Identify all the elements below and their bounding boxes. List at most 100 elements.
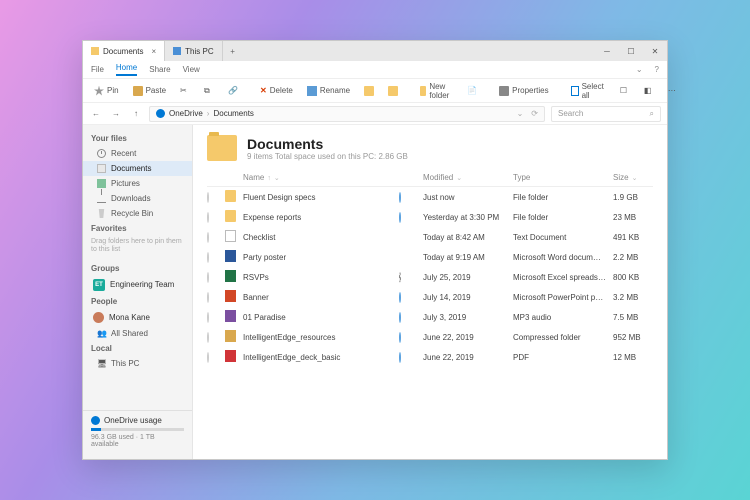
file-type: Microsoft PowerPoint p… [513, 293, 613, 302]
copy-icon: ⧉ [204, 86, 214, 96]
copyto-button[interactable] [383, 84, 403, 98]
file-size: 3.2 MB [613, 293, 653, 302]
column-headers: Name↑⌄ Modified⌄ Type Size⌄ [207, 169, 653, 187]
file-list: Fluent Design specsJust nowFile folder1.… [207, 187, 653, 367]
copyto-icon [388, 86, 398, 96]
folder-icon [91, 47, 99, 55]
checkbox[interactable] [207, 332, 209, 343]
maximize-button[interactable]: ☐ [619, 41, 643, 61]
properties-button[interactable]: Properties [494, 84, 553, 98]
up-button[interactable]: ↑ [129, 107, 143, 121]
sidebar-header: Favorites [83, 221, 192, 236]
invert-button[interactable]: ◧ [639, 84, 659, 98]
col-size[interactable]: Size⌄ [613, 173, 653, 182]
col-type[interactable]: Type [513, 173, 613, 182]
checkbox[interactable] [207, 252, 209, 263]
menu-home[interactable]: Home [116, 63, 137, 76]
search-input[interactable]: Search ⌕ [551, 106, 661, 122]
close-button[interactable]: ✕ [643, 41, 667, 61]
file-modified: Just now [423, 193, 513, 202]
file-modified: Today at 8:42 AM [423, 233, 513, 242]
file-modified: Today at 9:19 AM [423, 253, 513, 262]
checkbox[interactable] [207, 212, 209, 223]
newitem-icon: 📄 [467, 86, 477, 96]
menu-file[interactable]: File [91, 65, 104, 74]
breadcrumb-path[interactable]: Documents [213, 109, 253, 118]
table-row[interactable]: ChecklistToday at 8:42 AMText Document49… [207, 227, 653, 247]
sidebar-item-pictures[interactable]: Pictures [83, 176, 192, 191]
breadcrumb[interactable]: OneDrive › Documents ⌄ ⟳ [149, 106, 545, 122]
status-cloud-icon [399, 192, 401, 203]
refresh-icon[interactable]: ⟳ [531, 109, 538, 118]
newitem-button[interactable]: 📄 [462, 84, 482, 98]
minimize-button[interactable]: ─ [595, 41, 619, 61]
file-name: IntelligentEdge_resources [243, 333, 399, 342]
breadcrumb-root[interactable]: OneDrive [169, 109, 203, 118]
sidebar-item-recent[interactable]: Recent [83, 146, 192, 161]
addressbar: ← → ↑ OneDrive › Documents ⌄ ⟳ Search ⌕ [83, 103, 667, 125]
table-row[interactable]: IntelligentEdge_resourcesJune 22, 2019Co… [207, 327, 653, 347]
moveto-button[interactable] [359, 84, 379, 98]
file-name: IntelligentEdge_deck_basic [243, 353, 399, 362]
table-row[interactable]: Fluent Design specsJust nowFile folder1.… [207, 187, 653, 207]
sidebar-item-downloads[interactable]: Downloads [83, 191, 192, 206]
back-button[interactable]: ← [89, 107, 103, 121]
delete-icon: ✕ [260, 86, 267, 95]
checkbox[interactable] [207, 352, 209, 363]
table-row[interactable]: IntelligentEdge_deck_basicJune 22, 2019P… [207, 347, 653, 367]
tab-thispc[interactable]: This PC [165, 41, 222, 61]
menu-share[interactable]: Share [149, 65, 170, 74]
table-row[interactable]: BannerJuly 14, 2019Microsoft PowerPoint … [207, 287, 653, 307]
file-size: 12 MB [613, 353, 653, 362]
tab-documents[interactable]: Documents × [83, 41, 165, 61]
new-tab-button[interactable]: + [223, 41, 243, 61]
status-cloud-icon [399, 332, 401, 343]
checkbox[interactable] [207, 192, 209, 203]
cut-button[interactable]: ✂ [175, 84, 195, 98]
checkbox[interactable] [207, 292, 209, 303]
forward-button[interactable]: → [109, 107, 123, 121]
sidebar-group-item[interactable]: ETEngineering Team [83, 276, 192, 294]
checkbox[interactable] [207, 312, 209, 323]
sidebar-item-allshared[interactable]: 👥All Shared [83, 326, 192, 341]
folder-icon [207, 135, 237, 161]
file-type: File folder [513, 213, 613, 222]
checkbox[interactable] [207, 232, 209, 243]
table-row[interactable]: Expense reportsYesterday at 3:30 PMFile … [207, 207, 653, 227]
sidebar-item-thispc[interactable]: 🖥This PC [83, 356, 192, 371]
delete-button[interactable]: ✕Delete [255, 84, 298, 97]
col-name[interactable]: Name↑⌄ [243, 173, 399, 182]
cut-icon: ✂ [180, 86, 190, 96]
selectnone-button[interactable]: ☐ [615, 84, 635, 98]
rename-button[interactable]: Rename [302, 84, 355, 98]
table-row[interactable]: RSVPsJuly 25, 2019Microsoft Excel spread… [207, 267, 653, 287]
storage-widget[interactable]: OneDrive usage 96.3 GB used · 1 TB avail… [83, 410, 192, 453]
checkbox[interactable] [207, 272, 209, 283]
folder-icon [420, 86, 426, 96]
rename-icon [307, 86, 317, 96]
sidebar-item-documents[interactable]: Documents [83, 161, 192, 176]
table-row[interactable]: 01 ParadiseJuly 3, 2019MP3 audio7.5 MB [207, 307, 653, 327]
chevron-down-icon[interactable]: ⌄ [517, 109, 524, 118]
copy-button[interactable]: ⧉ [199, 84, 219, 98]
copypath-button[interactable]: 🔗 [223, 84, 243, 98]
newfolder-button[interactable]: New folder [415, 80, 458, 102]
file-size: 7.5 MB [613, 313, 653, 322]
close-tab-icon[interactable]: × [151, 47, 156, 56]
selectall-button[interactable]: Select all [566, 80, 611, 102]
file-name: Banner [243, 293, 399, 302]
menu-view[interactable]: View [183, 65, 200, 74]
pin-button[interactable]: Pin [89, 84, 124, 98]
sidebar-person-item[interactable]: Mona Kane [83, 309, 192, 326]
sidebar-item-recyclebin[interactable]: Recycle Bin [83, 206, 192, 221]
sidebar-header: Your files [83, 131, 192, 146]
col-modified[interactable]: Modified⌄ [423, 173, 513, 182]
table-row[interactable]: Party posterToday at 9:19 AMMicrosoft Wo… [207, 247, 653, 267]
chevron-down-icon[interactable]: ⌄ [636, 65, 643, 74]
file-modified: July 25, 2019 [423, 273, 513, 282]
window-buttons: ─ ☐ ✕ [595, 41, 667, 61]
word-icon [225, 250, 236, 262]
help-icon[interactable]: ? [655, 65, 659, 74]
paste-button[interactable]: Paste [128, 84, 171, 98]
more-button[interactable]: ⋯ [663, 84, 681, 97]
